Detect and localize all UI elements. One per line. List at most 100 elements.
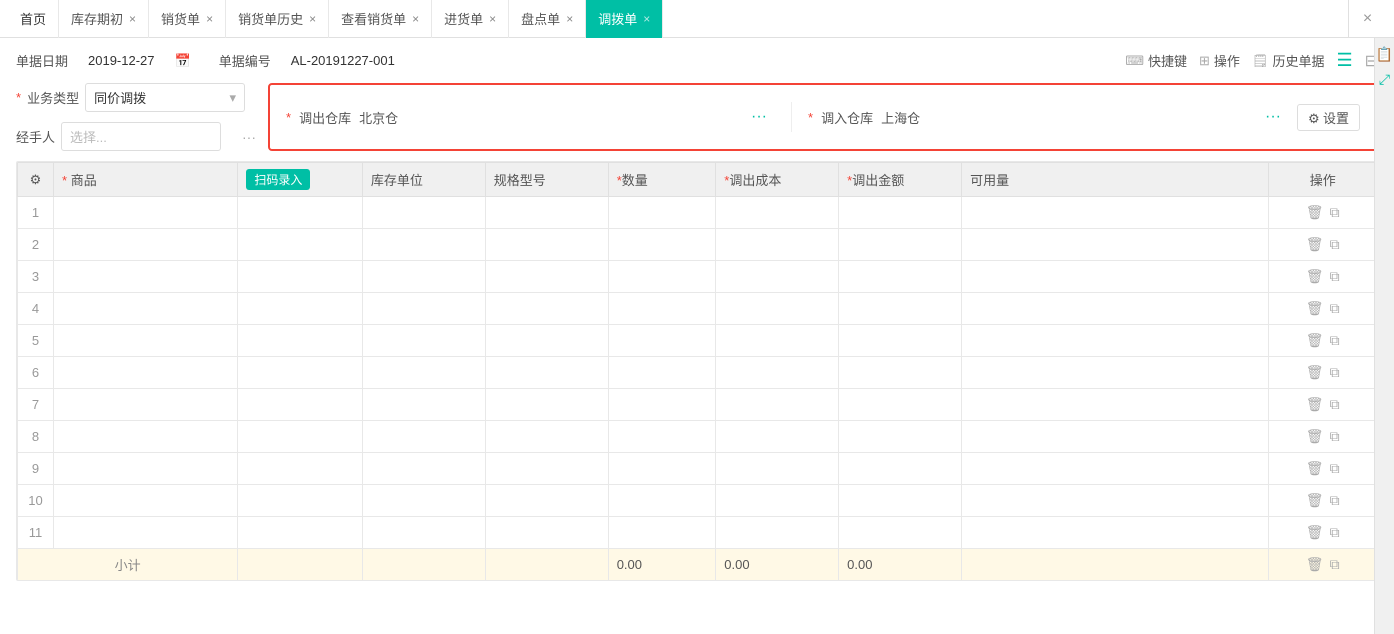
tab-close-sales-history[interactable]: × <box>309 12 316 26</box>
tab-transfer[interactable]: 调拨单 × <box>586 0 663 38</box>
amount-cell-6[interactable] <box>839 357 962 389</box>
amount-cell-4[interactable] <box>839 293 962 325</box>
out-warehouse-value[interactable]: 北京仓 <box>359 108 398 127</box>
unit-cell-5[interactable] <box>362 325 485 357</box>
qty-cell-7[interactable] <box>608 389 716 421</box>
delete-icon-5[interactable]: 🗑 <box>1306 332 1324 349</box>
qty-cell-11[interactable] <box>608 517 716 549</box>
unit-cell-8[interactable] <box>362 421 485 453</box>
product-cell-1[interactable] <box>54 197 238 229</box>
cost-cell-4[interactable] <box>716 293 839 325</box>
subtotal-copy-icon[interactable]: ⧉ <box>1330 556 1340 573</box>
handler-input[interactable]: 选择... <box>61 122 221 151</box>
global-close-button[interactable]: × <box>1348 0 1386 38</box>
unit-cell-7[interactable] <box>362 389 485 421</box>
product-cell-8[interactable] <box>54 421 238 453</box>
amount-cell-2[interactable] <box>839 229 962 261</box>
copy-icon-6[interactable]: ⧉ <box>1330 364 1340 381</box>
qty-cell-4[interactable] <box>608 293 716 325</box>
copy-icon-8[interactable]: ⧉ <box>1330 428 1340 445</box>
copy-icon-5[interactable]: ⧉ <box>1330 332 1340 349</box>
qty-cell-8[interactable] <box>608 421 716 453</box>
sidebar-expand-icon[interactable]: ⤢ <box>1379 71 1390 88</box>
calendar-icon[interactable]: 📅 <box>175 53 191 69</box>
amount-cell-9[interactable] <box>839 453 962 485</box>
delete-icon-2[interactable]: 🗑 <box>1306 236 1324 253</box>
spec-cell-2[interactable] <box>485 229 608 261</box>
amount-cell-1[interactable] <box>839 197 962 229</box>
tab-close-view-sales[interactable]: × <box>412 12 419 26</box>
subtotal-delete-icon[interactable]: 🗑 <box>1306 556 1324 573</box>
tab-inventory-init[interactable]: 库存期初 × <box>59 0 149 38</box>
unit-cell-6[interactable] <box>362 357 485 389</box>
unit-cell-4[interactable] <box>362 293 485 325</box>
delete-icon-6[interactable]: 🗑 <box>1306 364 1324 381</box>
spec-cell-8[interactable] <box>485 421 608 453</box>
qty-cell-1[interactable] <box>608 197 716 229</box>
tab-sales-history[interactable]: 销货单历史 × <box>226 0 329 38</box>
cost-cell-8[interactable] <box>716 421 839 453</box>
delete-icon-11[interactable]: 🗑 <box>1306 524 1324 541</box>
delete-icon-3[interactable]: 🗑 <box>1306 268 1324 285</box>
delete-icon-10[interactable]: 🗑 <box>1306 492 1324 509</box>
delete-icon-8[interactable]: 🗑 <box>1306 428 1324 445</box>
tab-close-purchase-order[interactable]: × <box>489 12 496 26</box>
product-cell-7[interactable] <box>54 389 238 421</box>
product-cell-11[interactable] <box>54 517 238 549</box>
tab-close-sales-order[interactable]: × <box>206 12 213 26</box>
amount-cell-3[interactable] <box>839 261 962 293</box>
setting-button[interactable]: ⚙ 设置 <box>1297 104 1360 131</box>
product-cell-5[interactable] <box>54 325 238 357</box>
amount-cell-7[interactable] <box>839 389 962 421</box>
product-cell-9[interactable] <box>54 453 238 485</box>
cost-cell-3[interactable] <box>716 261 839 293</box>
cost-cell-6[interactable] <box>716 357 839 389</box>
delete-icon-1[interactable]: 🗑 <box>1306 204 1324 221</box>
qty-cell-6[interactable] <box>608 357 716 389</box>
cost-cell-7[interactable] <box>716 389 839 421</box>
biz-type-input[interactable]: 同价调拨 ▾ <box>85 83 245 112</box>
amount-cell-11[interactable] <box>839 517 962 549</box>
product-cell-2[interactable] <box>54 229 238 261</box>
qty-cell-9[interactable] <box>608 453 716 485</box>
tab-close-inventory-init[interactable]: × <box>129 12 136 26</box>
copy-icon-9[interactable]: ⧉ <box>1330 460 1340 477</box>
unit-cell-2[interactable] <box>362 229 485 261</box>
spec-cell-4[interactable] <box>485 293 608 325</box>
col-header-gear[interactable]: ⚙ <box>18 163 54 197</box>
col-header-scan[interactable]: 扫码录入 <box>238 163 362 197</box>
qty-cell-3[interactable] <box>608 261 716 293</box>
tab-purchase-order[interactable]: 进货单 × <box>432 0 509 38</box>
spec-cell-10[interactable] <box>485 485 608 517</box>
copy-icon-1[interactable]: ⧉ <box>1330 204 1340 221</box>
cost-cell-2[interactable] <box>716 229 839 261</box>
layout1-icon[interactable]: ☰ <box>1336 50 1352 71</box>
cost-cell-10[interactable] <box>716 485 839 517</box>
cost-cell-1[interactable] <box>716 197 839 229</box>
sidebar-list-icon[interactable]: 📋 <box>1376 46 1393 63</box>
delete-icon-9[interactable]: 🗑 <box>1306 460 1324 477</box>
shortcut-button[interactable]: ⌨ 快捷键 <box>1125 51 1187 70</box>
tab-close-stocktake[interactable]: × <box>566 12 573 26</box>
unit-cell-11[interactable] <box>362 517 485 549</box>
spec-cell-11[interactable] <box>485 517 608 549</box>
cost-cell-5[interactable] <box>716 325 839 357</box>
unit-cell-3[interactable] <box>362 261 485 293</box>
spec-cell-5[interactable] <box>485 325 608 357</box>
spec-cell-7[interactable] <box>485 389 608 421</box>
qty-cell-10[interactable] <box>608 485 716 517</box>
scan-button[interactable]: 扫码录入 <box>246 169 310 190</box>
spec-cell-6[interactable] <box>485 357 608 389</box>
history-button[interactable]: 🗒 历史单据 <box>1252 51 1325 70</box>
cost-cell-11[interactable] <box>716 517 839 549</box>
delete-icon-7[interactable]: 🗑 <box>1306 396 1324 413</box>
copy-icon-3[interactable]: ⧉ <box>1330 268 1340 285</box>
qty-cell-5[interactable] <box>608 325 716 357</box>
amount-cell-8[interactable] <box>839 421 962 453</box>
tab-view-sales[interactable]: 查看销货单 × <box>329 0 432 38</box>
product-cell-10[interactable] <box>54 485 238 517</box>
delete-icon-4[interactable]: 🗑 <box>1306 300 1324 317</box>
product-cell-4[interactable] <box>54 293 238 325</box>
copy-icon-11[interactable]: ⧉ <box>1330 524 1340 541</box>
unit-cell-1[interactable] <box>362 197 485 229</box>
